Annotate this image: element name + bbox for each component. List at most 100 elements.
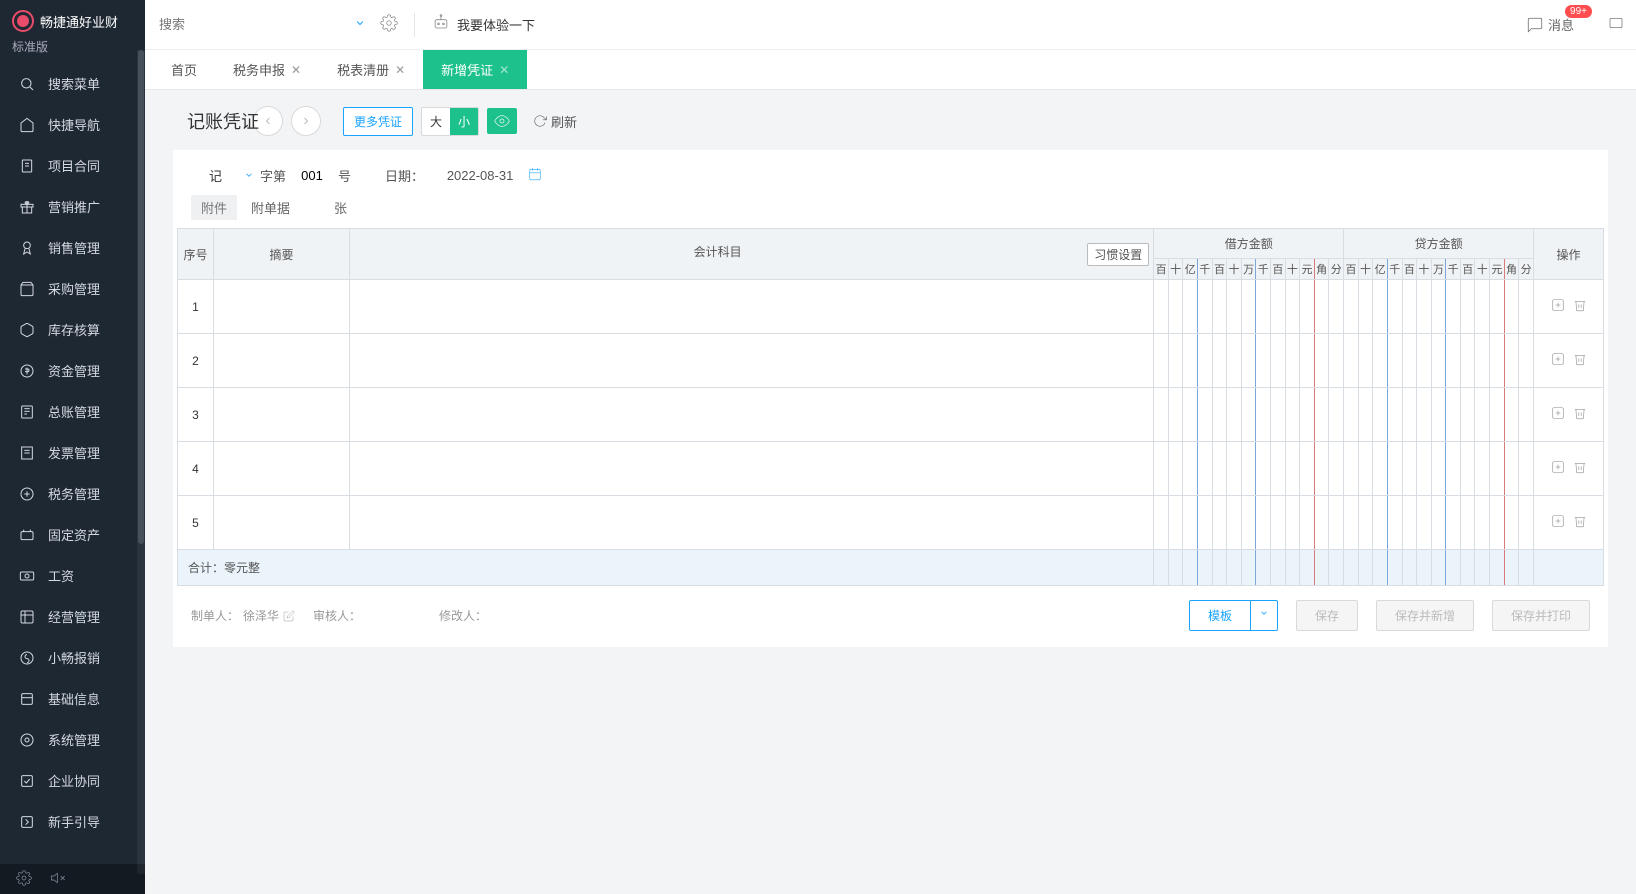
cell-digit[interactable]: [1198, 496, 1213, 550]
cell-digit[interactable]: [1183, 334, 1198, 388]
save-button[interactable]: 保存: [1296, 600, 1358, 631]
cell-digit[interactable]: [1227, 280, 1242, 334]
cell-digit[interactable]: [1417, 496, 1432, 550]
cell-digit[interactable]: [1154, 496, 1169, 550]
cell-account[interactable]: [350, 334, 1154, 388]
cell-digit[interactable]: [1168, 442, 1183, 496]
edit-icon[interactable]: [283, 610, 295, 622]
cell-digit[interactable]: [1504, 280, 1519, 334]
cell-digit[interactable]: [1373, 496, 1388, 550]
cell-digit[interactable]: [1183, 496, 1198, 550]
close-icon[interactable]: ✕: [395, 63, 405, 77]
cell-digit[interactable]: [1387, 388, 1402, 442]
cell-digit[interactable]: [1358, 496, 1373, 550]
cell-digit[interactable]: [1402, 442, 1417, 496]
attachment-button[interactable]: 附件: [191, 195, 237, 220]
cell-digit[interactable]: [1314, 280, 1329, 334]
cell-digit[interactable]: [1431, 388, 1446, 442]
cell-digit[interactable]: [1227, 496, 1242, 550]
experience-link[interactable]: 我要体验一下: [431, 13, 535, 36]
delete-row-icon[interactable]: [1573, 514, 1587, 528]
sidebar-item-0[interactable]: 搜索菜单: [0, 63, 145, 104]
sidebar-item-2[interactable]: 项目合同: [0, 145, 145, 186]
cell-digit[interactable]: [1373, 388, 1388, 442]
voucher-type-dropdown-icon[interactable]: [244, 168, 254, 183]
cell-digit[interactable]: [1446, 442, 1461, 496]
cell-digit[interactable]: [1387, 442, 1402, 496]
cell-digit[interactable]: [1314, 442, 1329, 496]
messages-button[interactable]: 消息 99+: [1526, 15, 1574, 34]
delete-row-icon[interactable]: [1573, 352, 1587, 366]
cell-digit[interactable]: [1300, 280, 1315, 334]
cell-digit[interactable]: [1183, 388, 1198, 442]
cell-digit[interactable]: [1460, 442, 1475, 496]
cell-digit[interactable]: [1285, 388, 1300, 442]
cell-digit[interactable]: [1329, 496, 1344, 550]
cell-digit[interactable]: [1431, 442, 1446, 496]
cell-digit[interactable]: [1446, 496, 1461, 550]
cell-digit[interactable]: [1490, 280, 1505, 334]
next-voucher-button[interactable]: [291, 106, 321, 136]
size-small-button[interactable]: 小: [450, 108, 478, 135]
voucher-date-input[interactable]: [436, 168, 524, 183]
sidebar-item-13[interactable]: 经营管理: [0, 596, 145, 637]
cell-digit[interactable]: [1490, 388, 1505, 442]
cell-digit[interactable]: [1504, 334, 1519, 388]
more-vouchers-button[interactable]: 更多凭证: [343, 107, 413, 136]
cell-digit[interactable]: [1402, 334, 1417, 388]
fullscreen-icon[interactable]: [1608, 15, 1624, 34]
template-dropdown-icon[interactable]: [1250, 601, 1277, 630]
template-button[interactable]: 模板: [1189, 600, 1278, 631]
cell-digit[interactable]: [1271, 280, 1286, 334]
cell-digit[interactable]: [1256, 442, 1271, 496]
cell-digit[interactable]: [1446, 334, 1461, 388]
cell-digit[interactable]: [1417, 280, 1432, 334]
cell-digit[interactable]: [1241, 496, 1256, 550]
tab-0[interactable]: 首页: [153, 50, 215, 89]
cell-digit[interactable]: [1417, 388, 1432, 442]
cell-digit[interactable]: [1241, 388, 1256, 442]
cell-digit[interactable]: [1402, 280, 1417, 334]
cell-digit[interactable]: [1329, 442, 1344, 496]
cell-digit[interactable]: [1519, 496, 1534, 550]
cell-digit[interactable]: [1183, 280, 1198, 334]
cell-digit[interactable]: [1227, 334, 1242, 388]
cell-digit[interactable]: [1285, 280, 1300, 334]
cell-digit[interactable]: [1358, 280, 1373, 334]
save-new-button[interactable]: 保存并新增: [1376, 600, 1474, 631]
settings-icon[interactable]: [380, 14, 398, 35]
cell-account[interactable]: [350, 388, 1154, 442]
sidebar-item-8[interactable]: 总账管理: [0, 391, 145, 432]
sidebar-item-7[interactable]: 资金管理: [0, 350, 145, 391]
save-print-button[interactable]: 保存并打印: [1492, 600, 1590, 631]
cell-digit[interactable]: [1168, 496, 1183, 550]
tab-3[interactable]: 新增凭证✕: [423, 50, 527, 89]
cell-digit[interactable]: [1256, 496, 1271, 550]
cell-summary[interactable]: [214, 280, 350, 334]
cell-digit[interactable]: [1212, 442, 1227, 496]
cell-digit[interactable]: [1241, 442, 1256, 496]
cell-digit[interactable]: [1227, 388, 1242, 442]
cell-digit[interactable]: [1314, 334, 1329, 388]
sidebar-item-6[interactable]: 库存核算: [0, 309, 145, 350]
cell-digit[interactable]: [1168, 334, 1183, 388]
sidebar-item-9[interactable]: 发票管理: [0, 432, 145, 473]
cell-digit[interactable]: [1490, 334, 1505, 388]
close-icon[interactable]: ✕: [291, 63, 301, 77]
cell-digit[interactable]: [1387, 280, 1402, 334]
cell-digit[interactable]: [1300, 442, 1315, 496]
sidebar-item-1[interactable]: 快捷导航: [0, 104, 145, 145]
cell-digit[interactable]: [1358, 442, 1373, 496]
cell-digit[interactable]: [1198, 388, 1213, 442]
tab-1[interactable]: 税务申报✕: [215, 50, 319, 89]
cell-digit[interactable]: [1154, 334, 1169, 388]
cell-digit[interactable]: [1460, 496, 1475, 550]
delete-row-icon[interactable]: [1573, 460, 1587, 474]
sidebar-item-12[interactable]: 工资: [0, 555, 145, 596]
cell-digit[interactable]: [1446, 388, 1461, 442]
cell-digit[interactable]: [1358, 334, 1373, 388]
cell-digit[interactable]: [1460, 334, 1475, 388]
voucher-number-input[interactable]: [290, 168, 334, 184]
cell-digit[interactable]: [1198, 280, 1213, 334]
cell-digit[interactable]: [1154, 442, 1169, 496]
